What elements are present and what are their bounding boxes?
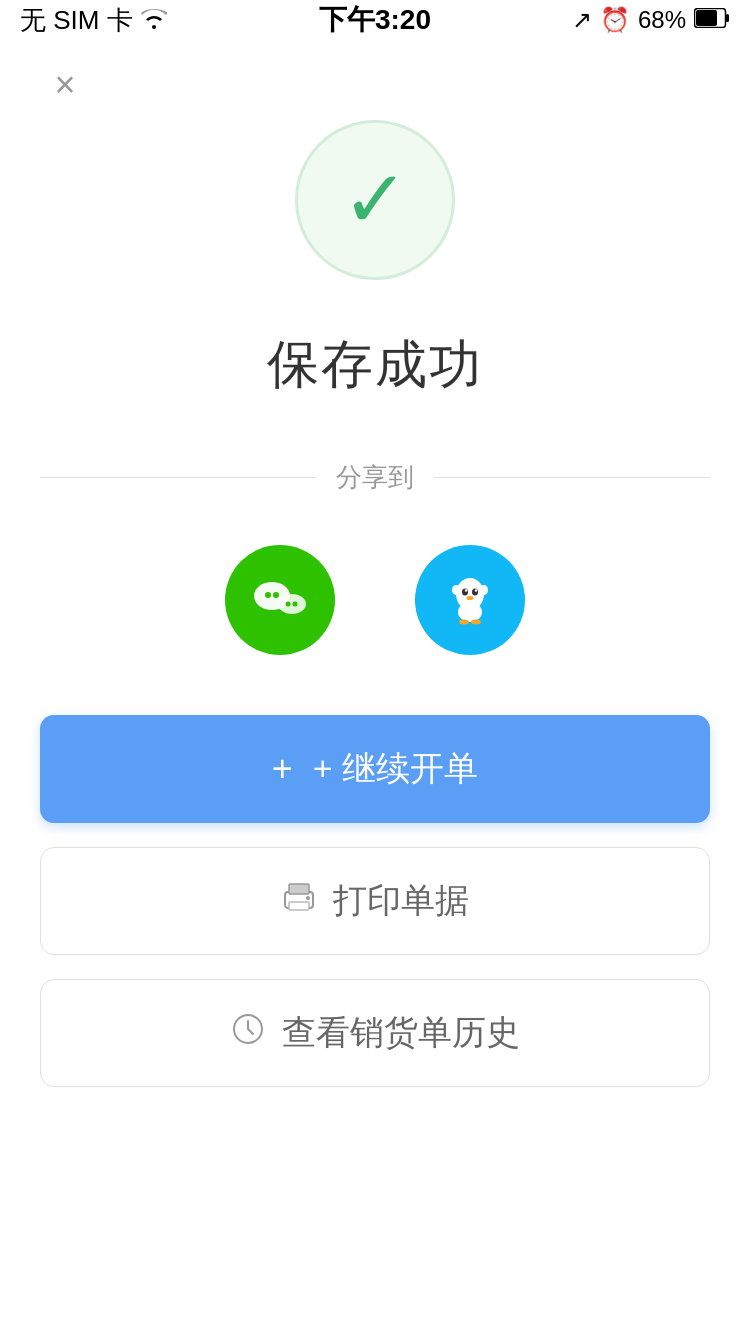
- no-sim-text: 无 SIM 卡: [20, 3, 133, 38]
- status-time: 下午3:20: [319, 1, 431, 39]
- svg-rect-2: [696, 10, 717, 26]
- svg-point-15: [467, 596, 474, 600]
- svg-point-18: [459, 620, 469, 625]
- svg-point-5: [265, 592, 271, 598]
- wechat-share-button[interactable]: [225, 545, 335, 655]
- history-button[interactable]: 查看销货单历史: [40, 979, 710, 1087]
- svg-point-8: [293, 602, 298, 607]
- print-label: 打印单据: [333, 878, 469, 924]
- success-circle: ✓: [295, 120, 455, 280]
- print-icon: [281, 880, 317, 922]
- share-label: 分享到: [316, 460, 434, 495]
- svg-point-10: [458, 602, 482, 622]
- status-bar: 无 SIM 卡 下午3:20 ↗ ⏰ 68%: [0, 0, 750, 40]
- share-section: 分享到: [0, 460, 750, 655]
- history-label: 查看销货单历史: [282, 1010, 520, 1056]
- share-icons: [225, 545, 525, 655]
- share-divider: 分享到: [0, 460, 750, 495]
- svg-rect-22: [289, 902, 309, 910]
- svg-point-17: [480, 585, 488, 595]
- svg-point-4: [278, 594, 306, 614]
- svg-point-16: [452, 585, 460, 595]
- continue-label: + 继续开单: [313, 746, 478, 792]
- qq-share-button[interactable]: [415, 545, 525, 655]
- buttons-section: + + 继续开单 打印单据 查看销货单历: [0, 715, 750, 1087]
- continue-icon: +: [272, 748, 293, 790]
- svg-point-11: [462, 589, 468, 596]
- svg-point-6: [273, 592, 279, 598]
- svg-rect-1: [726, 14, 729, 22]
- battery-icon: [694, 6, 730, 34]
- svg-point-13: [465, 589, 467, 591]
- print-button[interactable]: 打印单据: [40, 847, 710, 955]
- location-icon: ↗: [572, 6, 592, 34]
- wifi-icon: [141, 5, 167, 36]
- svg-rect-21: [289, 884, 309, 894]
- divider-line-left: [40, 477, 316, 478]
- close-button[interactable]: ×: [40, 60, 90, 110]
- main-content: ✓ 保存成功 分享到: [0, 40, 750, 1087]
- close-icon: ×: [54, 67, 75, 103]
- success-title: 保存成功: [267, 330, 483, 400]
- svg-point-23: [306, 896, 310, 900]
- svg-point-12: [472, 589, 478, 596]
- history-icon: [230, 1011, 266, 1055]
- checkmark-icon: ✓: [342, 160, 409, 240]
- svg-point-14: [475, 589, 477, 591]
- status-right: ↗ ⏰ 68%: [572, 6, 730, 34]
- continue-button[interactable]: + + 继续开单: [40, 715, 710, 823]
- svg-point-7: [286, 602, 291, 607]
- status-left: 无 SIM 卡: [20, 3, 167, 38]
- battery-text: 68%: [638, 6, 686, 34]
- svg-point-19: [471, 620, 481, 625]
- alarm-icon: ⏰: [600, 6, 630, 34]
- divider-line-right: [434, 477, 710, 478]
